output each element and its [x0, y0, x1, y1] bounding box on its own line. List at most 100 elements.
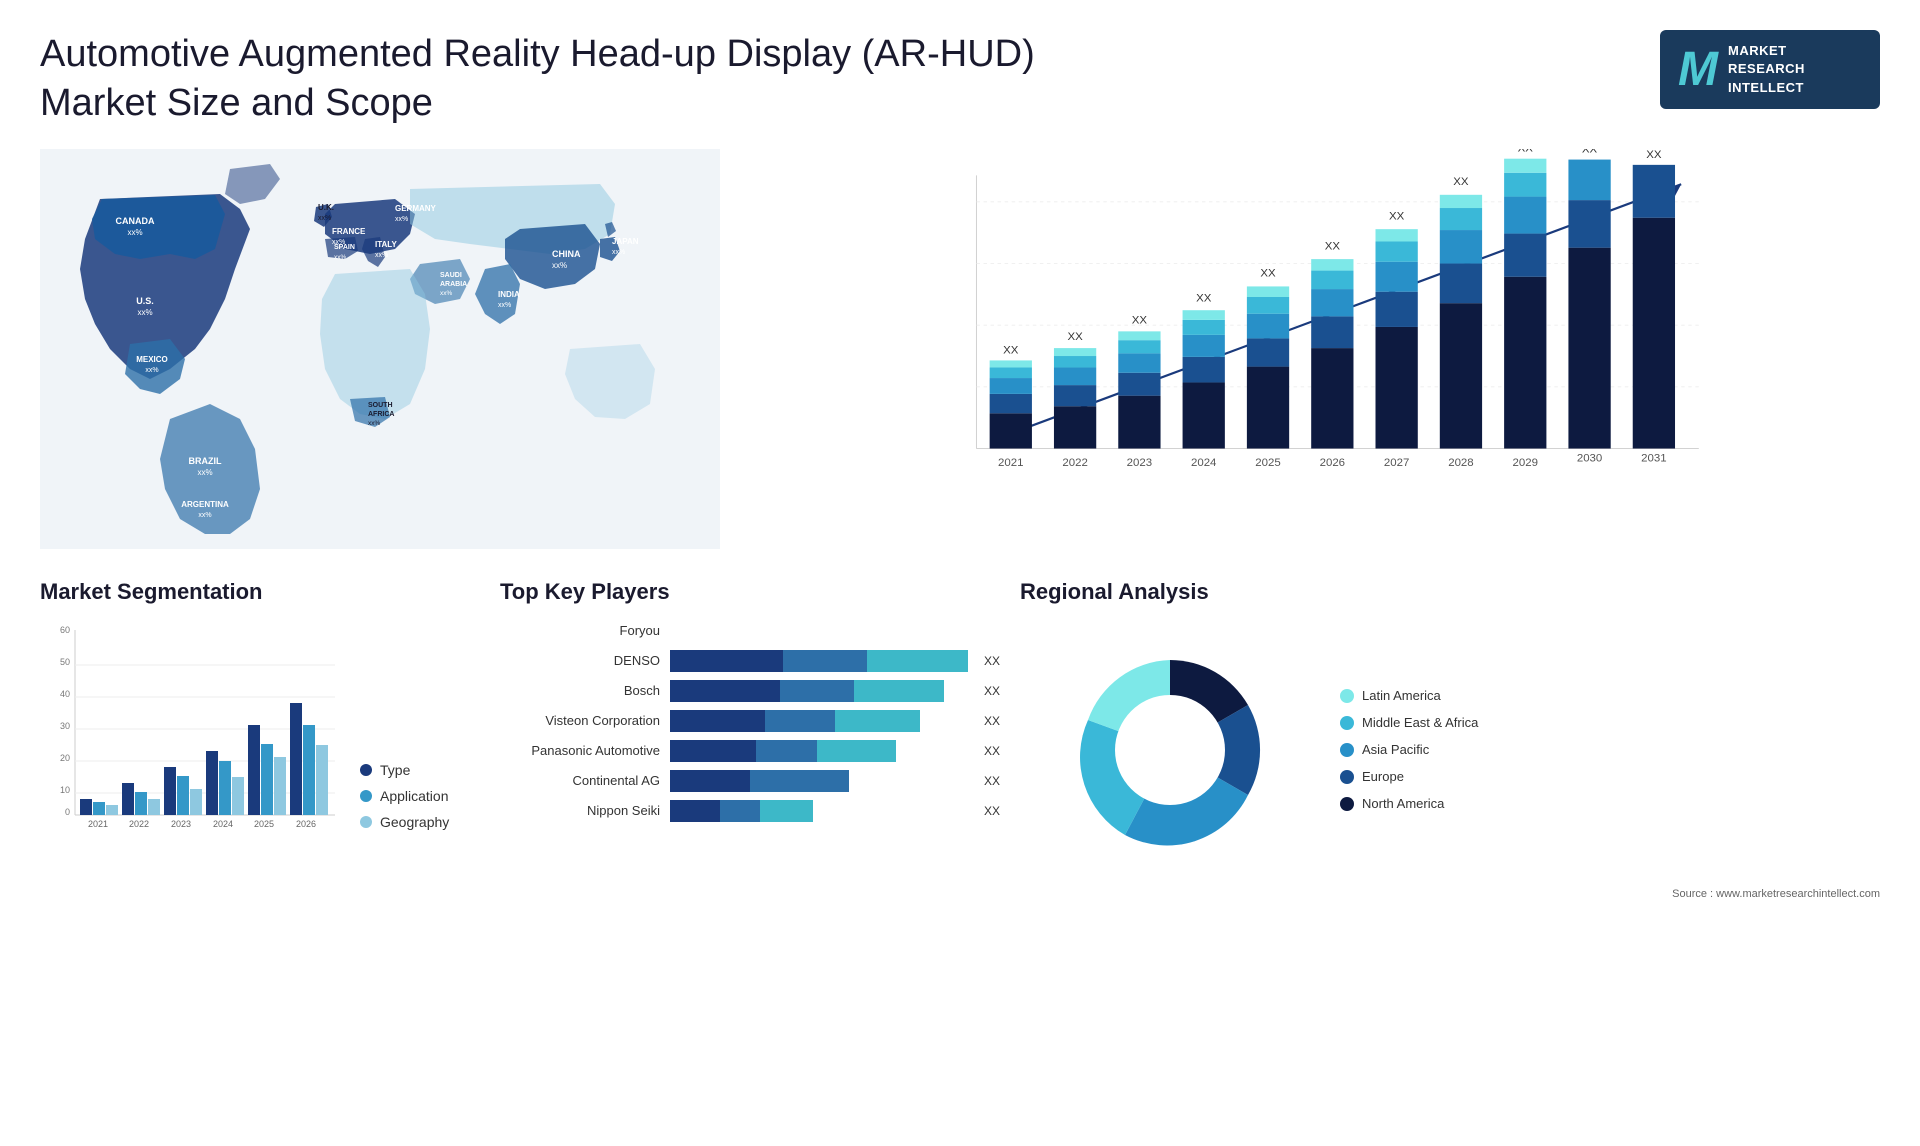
- svg-text:xx%: xx%: [440, 290, 453, 297]
- logo-letter: M: [1678, 42, 1718, 97]
- regional-title: Regional Analysis: [1020, 579, 1880, 605]
- player-name-nippon: Nippon Seiki: [500, 803, 660, 818]
- logo-text: MARKET RESEARCH INTELLECT: [1728, 42, 1805, 97]
- player-bar-container-visteon: [670, 710, 968, 732]
- page-title: Automotive Augmented Reality Head-up Dis…: [40, 30, 1035, 129]
- svg-text:XX: XX: [1453, 176, 1469, 188]
- top-row: CANADA xx% U.S. xx% MEXICO xx% BRAZIL xx…: [40, 139, 1880, 559]
- svg-text:XX: XX: [1646, 149, 1662, 161]
- player-bar-container-bosch: [670, 680, 968, 702]
- segmentation-chart-area: 60 50 40 30 20 10 0: [40, 620, 480, 860]
- regional-legend-mea: Middle East & Africa: [1340, 715, 1478, 730]
- main-content: CANADA xx% U.S. xx% MEXICO xx% BRAZIL xx…: [0, 139, 1920, 900]
- player-xx-denso: XX: [984, 650, 1000, 672]
- player-row-panasonic: Panasonic Automotive XX: [500, 740, 1000, 762]
- svg-text:xx%: xx%: [612, 249, 625, 256]
- player-row-visteon: Visteon Corporation XX: [500, 710, 1000, 732]
- svg-text:2022: 2022: [129, 819, 149, 829]
- svg-text:50: 50: [60, 657, 70, 667]
- svg-text:xx%: xx%: [368, 420, 381, 427]
- svg-text:2022: 2022: [1062, 457, 1087, 469]
- regional-label-na: North America: [1362, 796, 1444, 811]
- segmentation-legend: Type Application Geography: [360, 762, 449, 860]
- legend-geography: Geography: [360, 814, 449, 830]
- svg-text:XX: XX: [1196, 292, 1212, 304]
- segmentation-title: Market Segmentation: [40, 579, 480, 605]
- player-xx-continental: XX: [984, 770, 1000, 792]
- player-row-continental: Continental AG XX: [500, 770, 1000, 792]
- growth-chart-svg: XX 2021 XX 2022 XX 2023: [780, 149, 1860, 519]
- svg-text:2027: 2027: [1384, 457, 1409, 469]
- regional-legend-latin: Latin America: [1340, 688, 1478, 703]
- regional-dot-apac: [1340, 743, 1354, 757]
- svg-text:AFRICA: AFRICA: [368, 411, 394, 418]
- svg-text:2026: 2026: [1320, 457, 1345, 469]
- regional-section: Regional Analysis: [1020, 579, 1880, 900]
- regional-label-apac: Asia Pacific: [1362, 742, 1429, 757]
- svg-text:xx%: xx%: [552, 261, 567, 270]
- legend-geography-label: Geography: [380, 814, 449, 830]
- svg-text:xx%: xx%: [127, 228, 142, 237]
- svg-text:2021: 2021: [998, 457, 1023, 469]
- svg-text:XX: XX: [1003, 344, 1019, 356]
- player-xx-panasonic: XX: [984, 740, 1000, 762]
- bottom-row: Market Segmentation 60 50 40 30 20 10 0: [40, 579, 1880, 900]
- header: Automotive Augmented Reality Head-up Dis…: [0, 0, 1920, 139]
- player-row-foryou: Foryou: [500, 620, 1000, 642]
- player-xx-bosch: XX: [984, 680, 1000, 702]
- segmentation-section: Market Segmentation 60 50 40 30 20 10 0: [40, 579, 480, 900]
- svg-text:ITALY: ITALY: [375, 240, 397, 249]
- svg-text:FRANCE: FRANCE: [332, 227, 366, 236]
- legend-application: Application: [360, 788, 449, 804]
- player-xx-nippon: XX: [984, 800, 1000, 822]
- svg-text:SAUDI: SAUDI: [440, 272, 462, 279]
- regional-legend-europe: Europe: [1340, 769, 1478, 784]
- svg-text:2023: 2023: [1127, 457, 1152, 469]
- regional-legend-na: North America: [1340, 796, 1478, 811]
- player-bar-container-denso: [670, 650, 968, 672]
- svg-text:CHINA: CHINA: [552, 249, 581, 259]
- regional-label-europe: Europe: [1362, 769, 1404, 784]
- svg-text:SOUTH: SOUTH: [368, 402, 393, 409]
- svg-text:2024: 2024: [213, 819, 233, 829]
- legend-type-dot: [360, 764, 372, 776]
- regional-dot-na: [1340, 797, 1354, 811]
- source-text: Source : www.marketresearchintellect.com: [1020, 888, 1880, 900]
- svg-text:20: 20: [60, 753, 70, 763]
- svg-text:xx%: xx%: [318, 215, 331, 222]
- legend-application-label: Application: [380, 788, 449, 804]
- svg-text:CANADA: CANADA: [116, 216, 155, 226]
- donut-container: Latin America Middle East & Africa Asia …: [1020, 620, 1880, 880]
- svg-text:2025: 2025: [254, 819, 274, 829]
- player-name-continental: Continental AG: [500, 773, 660, 788]
- svg-text:xx%: xx%: [137, 308, 152, 317]
- svg-text:2029: 2029: [1513, 457, 1538, 469]
- svg-text:XX: XX: [1260, 268, 1276, 280]
- regional-label-latin: Latin America: [1362, 688, 1441, 703]
- svg-text:GERMANY: GERMANY: [395, 204, 437, 213]
- world-map-svg: CANADA xx% U.S. xx% MEXICO xx% BRAZIL xx…: [40, 139, 720, 559]
- player-row-bosch: Bosch XX: [500, 680, 1000, 702]
- regional-dot-europe: [1340, 770, 1354, 784]
- svg-text:xx%: xx%: [498, 302, 511, 309]
- player-name-visteon: Visteon Corporation: [500, 713, 660, 728]
- svg-text:ARABIA: ARABIA: [440, 281, 467, 288]
- player-name-bosch: Bosch: [500, 683, 660, 698]
- svg-text:JAPAN: JAPAN: [612, 237, 639, 246]
- svg-text:INDIA: INDIA: [498, 290, 520, 299]
- title-block: Automotive Augmented Reality Head-up Dis…: [40, 30, 1035, 129]
- legend-type: Type: [360, 762, 449, 778]
- svg-text:XX: XX: [1518, 149, 1534, 155]
- svg-text:MEXICO: MEXICO: [136, 355, 168, 364]
- player-bar-container-nippon: [670, 800, 968, 822]
- svg-text:2031: 2031: [1641, 453, 1666, 465]
- svg-text:2025: 2025: [1255, 457, 1280, 469]
- svg-text:2026: 2026: [296, 819, 316, 829]
- logo-block: M MARKET RESEARCH INTELLECT: [1660, 30, 1880, 109]
- svg-text:XX: XX: [1582, 149, 1598, 156]
- player-name-panasonic: Panasonic Automotive: [500, 743, 660, 758]
- donut-chart-svg: [1020, 620, 1320, 880]
- player-xx-visteon: XX: [984, 710, 1000, 732]
- svg-text:xx%: xx%: [198, 512, 211, 519]
- regional-legend: Latin America Middle East & Africa Asia …: [1340, 688, 1478, 811]
